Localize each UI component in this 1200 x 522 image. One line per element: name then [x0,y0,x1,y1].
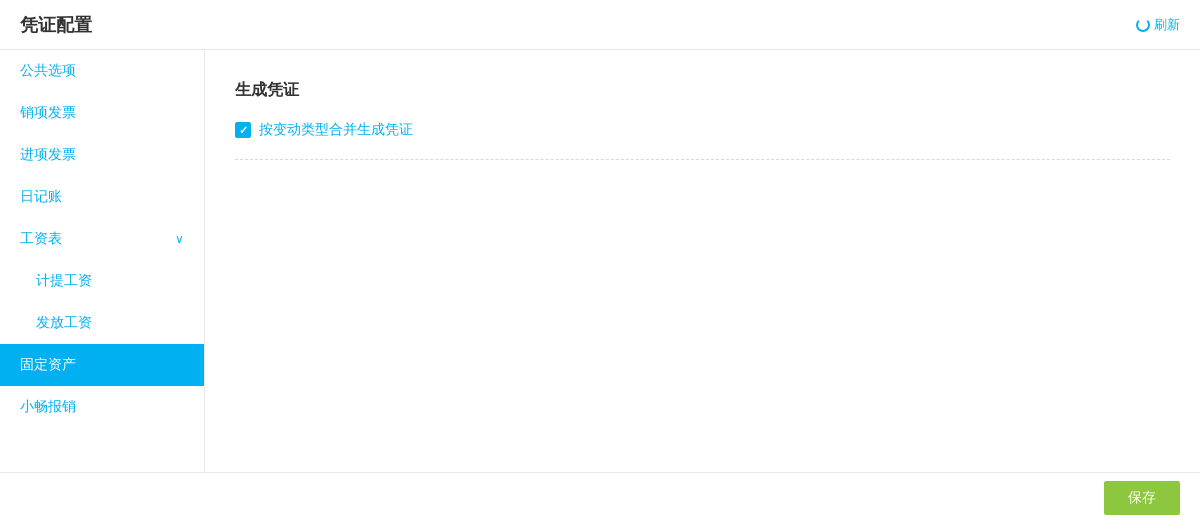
sidebar-item-sales-invoice[interactable]: 销项发票 [0,92,204,134]
sidebar-item-label: 销项发票 [20,104,76,122]
merge-checkbox[interactable] [235,122,251,138]
sidebar-item-payroll-distribution[interactable]: 发放工资 [0,302,204,344]
checkbox-row[interactable]: 按变动类型合并生成凭证 [235,121,1170,139]
sidebar-item-label: 固定资产 [20,356,76,374]
sidebar-item-fixed-assets[interactable]: 固定资产 [0,344,204,386]
save-button[interactable]: 保存 [1104,481,1180,515]
content-area: 生成凭证 按变动类型合并生成凭证 [205,50,1200,472]
chevron-down-icon: ∨ [175,232,184,246]
sidebar-item-label: 小畅报销 [20,398,76,416]
page-wrapper: 凭证配置 刷新 公共选项销项发票进项发票日记账工资表 ∨ 计提工资发放工资固定资产小… [0,0,1200,522]
sidebar-item-label: 发放工资 [36,314,92,332]
sidebar-item-label: 公共选项 [20,62,76,80]
sidebar: 公共选项销项发票进项发票日记账工资表 ∨ 计提工资发放工资固定资产小畅报销 [0,50,205,472]
sidebar-item-payroll-accrual[interactable]: 计提工资 [0,260,204,302]
main-area: 公共选项销项发票进项发票日记账工资表 ∨ 计提工资发放工资固定资产小畅报销 生成凭证… [0,50,1200,472]
sidebar-item-label: 日记账 [20,188,62,206]
sidebar-item-label: 进项发票 [20,146,76,164]
checkbox-label: 按变动类型合并生成凭证 [259,121,413,139]
header: 凭证配置 刷新 [0,0,1200,50]
sidebar-item-label: 工资表 [20,230,62,248]
sidebar-item-journal[interactable]: 日记账 [0,176,204,218]
sidebar-item-purchase-invoice[interactable]: 进项发票 [0,134,204,176]
divider [235,159,1170,160]
sidebar-item-public[interactable]: 公共选项 [0,50,204,92]
refresh-button[interactable]: 刷新 [1136,16,1180,34]
page-title: 凭证配置 [20,13,92,37]
section-title: 生成凭证 [235,80,1170,101]
sidebar-item-expense[interactable]: 小畅报销 [0,386,204,428]
refresh-icon [1136,18,1150,32]
footer: 保存 [0,472,1200,522]
sidebar-item-payroll[interactable]: 工资表 ∨ [0,218,204,260]
sidebar-item-label: 计提工资 [36,272,92,290]
refresh-label: 刷新 [1154,16,1180,34]
